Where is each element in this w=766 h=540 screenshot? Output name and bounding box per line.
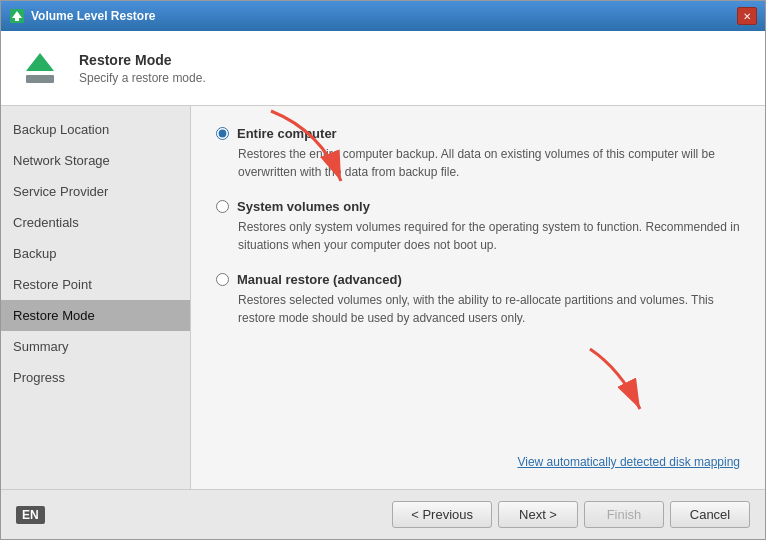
sidebar-item-network-storage[interactable]: Network Storage xyxy=(1,145,190,176)
header-text: Restore Mode Specify a restore mode. xyxy=(79,52,206,85)
footer-buttons: < Previous Next > Finish Cancel xyxy=(392,501,750,528)
sidebar-item-restore-mode[interactable]: Restore Mode xyxy=(1,300,190,331)
radio-manual-restore[interactable] xyxy=(216,273,229,286)
option-header-system: System volumes only xyxy=(216,199,740,214)
sidebar-item-restore-point[interactable]: Restore Point xyxy=(1,269,190,300)
option-item-entire-computer: Entire computer Restores the entire comp… xyxy=(216,126,740,181)
sidebar: Backup Location Network Storage Service … xyxy=(1,106,191,489)
bottom-link-container: View automatically detected disk mapping xyxy=(216,327,740,469)
header-icon xyxy=(16,44,64,92)
detect-link[interactable]: View automatically detected disk mapping xyxy=(517,455,740,469)
window-title: Volume Level Restore xyxy=(31,9,156,23)
option-desc-manual: Restores selected volumes only, with the… xyxy=(238,291,740,327)
option-group: Entire computer Restores the entire comp… xyxy=(216,126,740,327)
locale-indicator: EN xyxy=(16,506,45,524)
title-bar-left: Volume Level Restore xyxy=(9,8,156,24)
sidebar-item-service-provider[interactable]: Service Provider xyxy=(1,176,190,207)
sidebar-item-backup[interactable]: Backup xyxy=(1,238,190,269)
next-button[interactable]: Next > xyxy=(498,501,578,528)
previous-button[interactable]: < Previous xyxy=(392,501,492,528)
sidebar-item-summary[interactable]: Summary xyxy=(1,331,190,362)
radio-system-volumes[interactable] xyxy=(216,200,229,213)
sidebar-item-backup-location[interactable]: Backup Location xyxy=(1,114,190,145)
header-subtitle: Specify a restore mode. xyxy=(79,71,206,85)
option-item-system-volumes: System volumes only Restores only system… xyxy=(216,199,740,254)
sidebar-item-credentials[interactable]: Credentials xyxy=(1,207,190,238)
arrow-up-icon xyxy=(26,53,54,71)
close-button[interactable]: ✕ xyxy=(737,7,757,25)
option-label-entire[interactable]: Entire computer xyxy=(237,126,337,141)
header-area: Restore Mode Specify a restore mode. xyxy=(1,31,765,106)
header-title: Restore Mode xyxy=(79,52,206,68)
window-icon xyxy=(9,8,25,24)
option-desc-system: Restores only system volumes required fo… xyxy=(238,218,740,254)
svg-rect-2 xyxy=(15,18,19,21)
option-label-manual[interactable]: Manual restore (advanced) xyxy=(237,272,402,287)
header-bar-icon xyxy=(26,75,54,83)
option-header-manual: Manual restore (advanced) xyxy=(216,272,740,287)
option-item-manual-restore: Manual restore (advanced) Restores selec… xyxy=(216,272,740,327)
main-content: Backup Location Network Storage Service … xyxy=(1,106,765,489)
option-desc-entire: Restores the entire computer backup. All… xyxy=(238,145,740,181)
footer: EN < Previous Next > Finish Cancel xyxy=(1,489,765,539)
main-window: Volume Level Restore ✕ Restore Mode Spec… xyxy=(0,0,766,540)
cancel-button[interactable]: Cancel xyxy=(670,501,750,528)
title-bar: Volume Level Restore ✕ xyxy=(1,1,765,31)
title-bar-controls: ✕ xyxy=(737,7,757,25)
option-header-entire: Entire computer xyxy=(216,126,740,141)
arrow-annotation-2 xyxy=(540,339,680,439)
radio-entire-computer[interactable] xyxy=(216,127,229,140)
content-area: Entire computer Restores the entire comp… xyxy=(191,106,765,489)
sidebar-item-progress[interactable]: Progress xyxy=(1,362,190,393)
finish-button[interactable]: Finish xyxy=(584,501,664,528)
option-label-system[interactable]: System volumes only xyxy=(237,199,370,214)
